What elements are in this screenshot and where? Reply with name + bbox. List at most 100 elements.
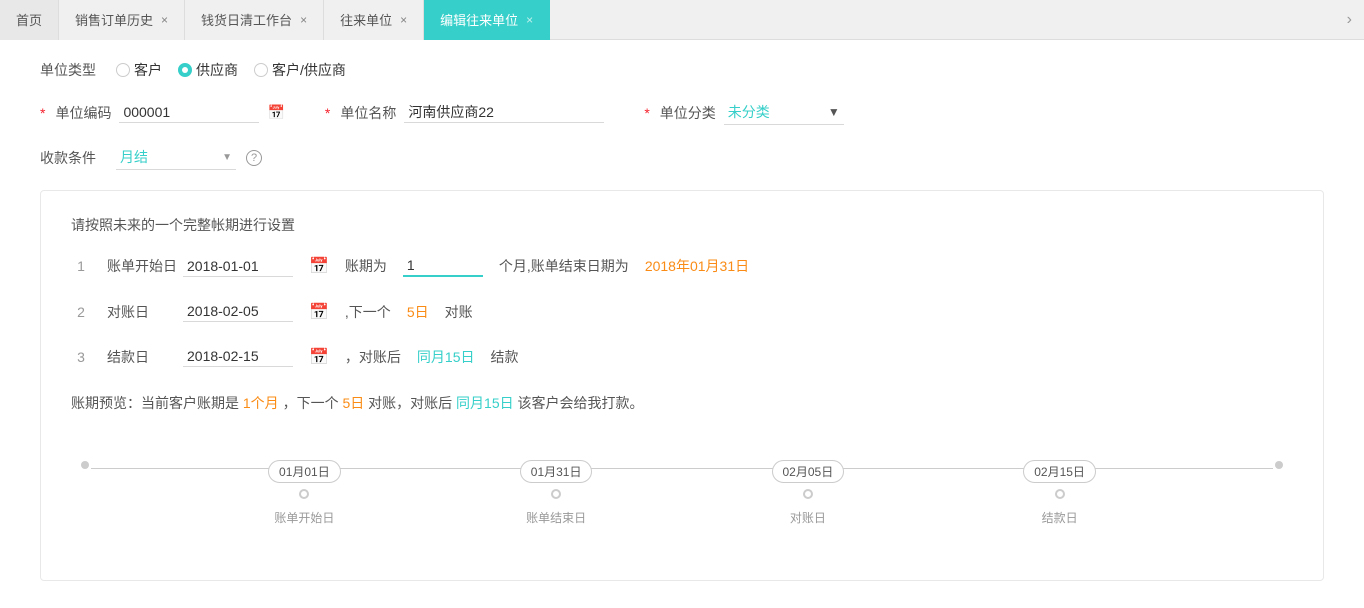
unit-code-star: * (40, 105, 45, 121)
tl-dot-3 (803, 489, 813, 499)
preview-suffix: 该客户会给我打款。 (518, 395, 644, 411)
close-edit-partner[interactable]: × (526, 13, 533, 27)
payment-help-icon[interactable]: ? (246, 150, 262, 166)
row-num-1: 1 (71, 258, 91, 274)
tl-badge-1: 01月01日 (268, 460, 341, 483)
tab-edit-partner[interactable]: 编辑往来单位 × (424, 0, 550, 40)
tl-label-1: 账单开始日 (274, 509, 334, 526)
tl-label-3: 对账日 (790, 509, 826, 526)
tab-bar: 首页 销售订单历史 × 钱货日清工作台 × 往来单位 × 编辑往来单位 × › (0, 0, 1364, 40)
tab-cash-work[interactable]: 钱货日清工作台 × (185, 0, 324, 40)
preview-prefix: 账期预览：当前客户账期是 (71, 395, 239, 411)
tl-right-end (1275, 460, 1283, 526)
unit-type-radio-group: 客户 供应商 客户/供应商 (116, 60, 346, 80)
row-label-2: 对账日 (107, 302, 167, 322)
tab-home[interactable]: 首页 (0, 0, 59, 40)
reconcile-prefix: ,下一个 (345, 302, 391, 322)
row-label-1: 账单开始日 (107, 256, 167, 276)
unit-name-input[interactable] (404, 102, 604, 123)
payment-day-highlight: 同月15日 (417, 347, 475, 367)
preview-sep2: 对账，对账后 (368, 395, 452, 411)
preview-section: 账期预览：当前客户账期是 1个月 ，下一个 5日 对账，对账后 同月15日 该客… (71, 391, 1293, 416)
main-content: 单位类型 客户 供应商 客户/供应商 * 单位编码 📅 * 单位名称 (0, 40, 1364, 608)
preview-day: 5日 (342, 395, 364, 411)
reconcile-suffix: 对账 (445, 302, 473, 322)
tl-badge-3: 02月05日 (772, 460, 845, 483)
date-input-1[interactable] (183, 256, 293, 277)
cal-icon-3[interactable]: 📅 (309, 347, 329, 367)
period-suffix-1: 个月,账单结束日期为 (499, 256, 629, 276)
tl-left-dot (81, 461, 89, 469)
period-prefix-1: 账期为 (345, 256, 387, 276)
tl-label-2: 账单结束日 (526, 509, 586, 526)
tl-dot-1 (299, 489, 309, 499)
settings-box: 请按照未来的一个完整帐期进行设置 1 账单开始日 📅 账期为 个月,账单结束日期… (40, 190, 1324, 581)
radio-both-circle (254, 63, 268, 77)
unit-category-group: * 单位分类 未分类 ▼ (644, 100, 843, 125)
reconcile-day: 5日 (407, 302, 429, 322)
unit-cat-star: * (644, 105, 649, 121)
close-cash-work[interactable]: × (300, 13, 307, 27)
setting-row-2: 2 对账日 📅 ,下一个 5日 对账 (71, 301, 1293, 322)
tl-left-end (81, 460, 89, 526)
cal-icon-2[interactable]: 📅 (309, 302, 329, 322)
tab-more-button[interactable]: › (1335, 0, 1364, 40)
close-partner[interactable]: × (400, 13, 407, 27)
cal-icon-1[interactable]: 📅 (309, 256, 329, 276)
tl-right-dot (1275, 461, 1283, 469)
unit-type-row: 单位类型 客户 供应商 客户/供应商 (40, 60, 1324, 80)
unit-name-star: * (325, 105, 330, 121)
tl-badge-4: 02月15日 (1023, 460, 1096, 483)
payment-day-prefix: ，对账后 (345, 347, 401, 367)
tl-dot-2 (551, 489, 561, 499)
radio-supplier-label: 供应商 (196, 60, 238, 80)
payment-value: 月结 (120, 147, 218, 167)
tl-point-4: 02月15日 结款日 (1023, 460, 1096, 526)
payment-row: 收款条件 月结 ▼ ? (40, 145, 1324, 170)
unit-info-row: * 单位编码 📅 * 单位名称 * 单位分类 未分类 ▼ (40, 100, 1324, 125)
close-sales-history[interactable]: × (161, 13, 168, 27)
date-input-3[interactable] (183, 346, 293, 367)
radio-customer[interactable]: 客户 (116, 60, 162, 80)
payment-select[interactable]: 月结 ▼ (116, 145, 236, 170)
settings-box-title: 请按照未来的一个完整帐期进行设置 (71, 215, 1293, 235)
payment-day-suffix: 结款 (491, 347, 519, 367)
date-input-2[interactable] (183, 301, 293, 322)
tl-badge-2: 01月31日 (520, 460, 593, 483)
preview-sep1: ，下一个 (283, 395, 339, 411)
radio-customer-label: 客户 (134, 60, 162, 80)
period-end-date: 2018年01月31日 (645, 256, 749, 276)
radio-customer-circle (116, 63, 130, 77)
tab-sales-history[interactable]: 销售订单历史 × (59, 0, 185, 40)
unit-category-arrow: ▼ (828, 105, 840, 119)
radio-both-label: 客户/供应商 (272, 60, 346, 80)
timeline: 01月01日 账单开始日 01月31日 账单结束日 02月05日 对账日 02月… (71, 440, 1293, 556)
radio-supplier[interactable]: 供应商 (178, 60, 238, 80)
tl-point-1: 01月01日 账单开始日 (268, 460, 341, 526)
unit-name-group: * 单位名称 (325, 102, 604, 123)
radio-both[interactable]: 客户/供应商 (254, 60, 346, 80)
unit-code-label: 单位编码 (55, 103, 111, 123)
timeline-points: 01月01日 账单开始日 01月31日 账单结束日 02月05日 对账日 02月… (81, 460, 1283, 526)
unit-category-select[interactable]: 未分类 ▼ (724, 100, 844, 125)
setting-row-3: 3 结款日 📅 ，对账后 同月15日 结款 (71, 346, 1293, 367)
unit-category-value: 未分类 (728, 102, 824, 122)
unit-code-icon[interactable]: 📅 (267, 104, 284, 121)
unit-name-label: 单位名称 (340, 103, 396, 123)
preview-months: 1个月 (243, 395, 279, 411)
row-label-3: 结款日 (107, 347, 167, 367)
row-num-3: 3 (71, 349, 91, 365)
payment-label: 收款条件 (40, 148, 96, 168)
tl-dot-4 (1055, 489, 1065, 499)
unit-category-label: 单位分类 (660, 103, 716, 123)
tab-partner[interactable]: 往来单位 × (324, 0, 424, 40)
unit-code-input[interactable] (119, 102, 259, 123)
row-num-2: 2 (71, 304, 91, 320)
preview-same-month: 同月15日 (456, 395, 514, 411)
tl-label-4: 结款日 (1042, 509, 1078, 526)
tl-point-2: 01月31日 账单结束日 (520, 460, 593, 526)
unit-code-group: * 单位编码 📅 (40, 102, 285, 123)
setting-row-1: 1 账单开始日 📅 账期为 个月,账单结束日期为 2018年01月31日 (71, 255, 1293, 277)
unit-type-label: 单位类型 (40, 60, 96, 80)
period-input[interactable] (403, 255, 483, 277)
